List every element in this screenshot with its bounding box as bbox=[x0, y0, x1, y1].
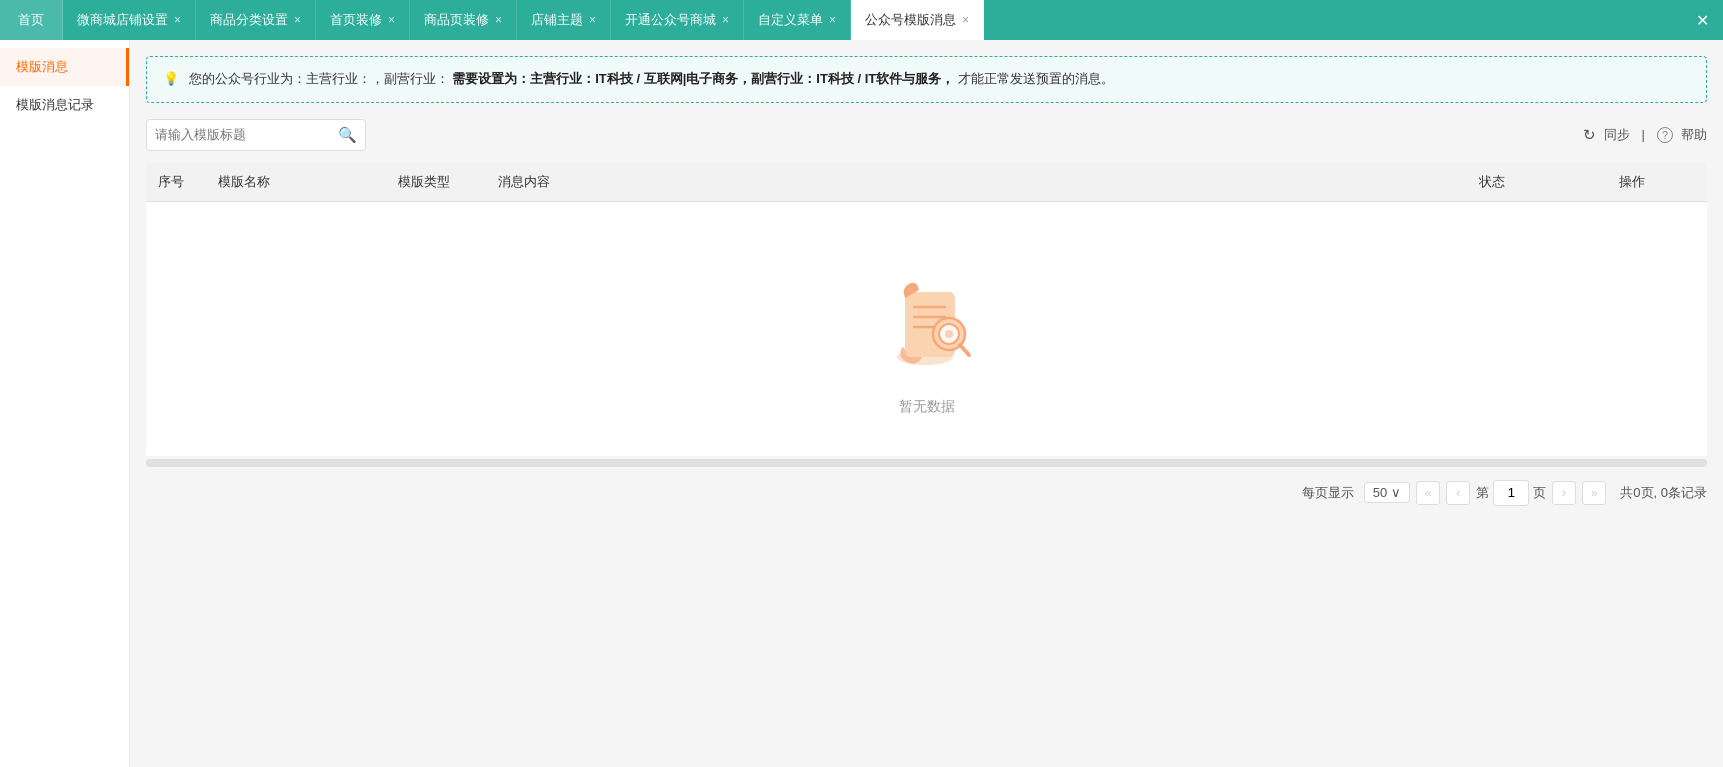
nav-tab-2-label: 商品分类设置 bbox=[210, 11, 288, 29]
nav-tab-1-close[interactable]: × bbox=[174, 14, 181, 26]
empty-illustration bbox=[867, 262, 987, 382]
main-layout: 模版消息 模版消息记录 💡 您的公众号行业为：主营行业：，副营行业： 需要设置为… bbox=[0, 40, 1723, 767]
notice-bulb-icon: 💡 bbox=[163, 71, 179, 86]
sync-button[interactable]: 同步 bbox=[1604, 126, 1630, 144]
nav-tab-6[interactable]: 开通公众号商城 × bbox=[611, 0, 744, 40]
nav-tab-5-label: 店铺主题 bbox=[531, 11, 583, 29]
col-header-action: 操作 bbox=[1607, 163, 1707, 202]
nav-tab-7[interactable]: 自定义菜单 × bbox=[744, 0, 851, 40]
nav-tab-3-close[interactable]: × bbox=[388, 14, 395, 26]
total-info: 共0页, 0条记录 bbox=[1620, 484, 1707, 502]
nav-tab-2-close[interactable]: × bbox=[294, 14, 301, 26]
toolbar-right: ↻ 同步 | ? 帮助 bbox=[1583, 126, 1707, 144]
nav-tab-6-close[interactable]: × bbox=[722, 14, 729, 26]
sidebar-item-template-record-label: 模版消息记录 bbox=[16, 97, 94, 112]
page-size-chevron-icon: ∨ bbox=[1391, 485, 1401, 500]
top-nav: 首页 微商城店铺设置 × 商品分类设置 × 首页装修 × 商品页装修 × 店铺主… bbox=[0, 0, 1723, 40]
search-input-wrap[interactable]: 🔍 bbox=[146, 119, 366, 151]
nav-tab-3[interactable]: 首页装修 × bbox=[316, 0, 410, 40]
page-size-select[interactable]: 50 ∨ bbox=[1364, 482, 1410, 503]
nav-tab-2[interactable]: 商品分类设置 × bbox=[196, 0, 316, 40]
sidebar: 模版消息 模版消息记录 bbox=[0, 40, 130, 767]
data-table: 序号 模版名称 模版类型 消息内容 状态 操作 bbox=[146, 163, 1707, 456]
col-header-type: 模版类型 bbox=[386, 163, 486, 202]
close-all-icon: ✕ bbox=[1696, 11, 1709, 30]
content-area: 💡 您的公众号行业为：主营行业：，副营行业： 需要设置为：主营行业：IT科技 /… bbox=[130, 40, 1723, 767]
nav-tab-4-close[interactable]: × bbox=[495, 14, 502, 26]
page-suffix: 页 bbox=[1533, 484, 1546, 502]
nav-tab-1-label: 微商城店铺设置 bbox=[77, 11, 168, 29]
first-page-button[interactable]: « bbox=[1416, 481, 1440, 505]
nav-tab-3-label: 首页装修 bbox=[330, 11, 382, 29]
empty-text: 暂无数据 bbox=[899, 398, 955, 416]
prev-page-icon: ‹ bbox=[1456, 486, 1460, 500]
notice-text-prefix: 您的公众号行业为：主营行业：，副营行业： bbox=[189, 71, 449, 86]
search-button[interactable]: 🔍 bbox=[338, 126, 357, 144]
page-size-value: 50 bbox=[1373, 485, 1387, 500]
horizontal-scrollbar[interactable] bbox=[146, 456, 1707, 470]
svg-line-7 bbox=[960, 345, 969, 355]
nav-tab-7-close[interactable]: × bbox=[829, 14, 836, 26]
search-bar: 🔍 ↻ 同步 | ? 帮助 bbox=[146, 119, 1707, 151]
next-page-button[interactable]: › bbox=[1552, 481, 1576, 505]
col-header-name: 模版名称 bbox=[206, 163, 386, 202]
svg-point-8 bbox=[945, 330, 953, 338]
nav-tab-7-label: 自定义菜单 bbox=[758, 11, 823, 29]
next-page-icon: › bbox=[1562, 486, 1566, 500]
last-page-button[interactable]: » bbox=[1582, 481, 1606, 505]
nav-tab-8-label: 公众号模版消息 bbox=[865, 11, 956, 29]
page-input-wrap: 第 页 bbox=[1476, 480, 1546, 506]
nav-tab-8-close[interactable]: × bbox=[962, 14, 969, 26]
notice-highlight: 需要设置为：主营行业：IT科技 / 互联网|电子商务，副营行业：IT科技 / I… bbox=[452, 71, 954, 86]
nav-tab-6-label: 开通公众号商城 bbox=[625, 11, 716, 29]
prev-page-button[interactable]: ‹ bbox=[1446, 481, 1470, 505]
help-button[interactable]: 帮助 bbox=[1681, 126, 1707, 144]
col-header-index: 序号 bbox=[146, 163, 206, 202]
page-number-input[interactable] bbox=[1493, 480, 1529, 506]
nav-tab-5-close[interactable]: × bbox=[589, 14, 596, 26]
sidebar-item-template-message[interactable]: 模版消息 bbox=[0, 48, 129, 86]
sidebar-item-template-message-label: 模版消息 bbox=[16, 59, 68, 74]
nav-tab-5[interactable]: 店铺主题 × bbox=[517, 0, 611, 40]
page-size-label: 每页显示 bbox=[1302, 484, 1354, 502]
nav-tab-1[interactable]: 微商城店铺设置 × bbox=[63, 0, 196, 40]
first-page-icon: « bbox=[1425, 486, 1432, 500]
sync-icon: ↻ bbox=[1583, 126, 1596, 144]
search-input[interactable] bbox=[155, 127, 334, 142]
col-header-status: 状态 bbox=[1467, 163, 1607, 202]
scrollbar-track bbox=[146, 459, 1707, 467]
notice-text-suffix: 才能正常发送预置的消息。 bbox=[958, 71, 1114, 86]
help-icon: ? bbox=[1657, 127, 1673, 143]
col-header-content: 消息内容 bbox=[486, 163, 1467, 202]
page-prefix: 第 bbox=[1476, 484, 1489, 502]
empty-state: 暂无数据 bbox=[146, 202, 1707, 456]
last-page-icon: » bbox=[1591, 486, 1598, 500]
close-all-button[interactable]: ✕ bbox=[1682, 0, 1723, 40]
notice-box: 💡 您的公众号行业为：主营行业：，副营行业： 需要设置为：主营行业：IT科技 /… bbox=[146, 56, 1707, 103]
table-wrap: 序号 模版名称 模版类型 消息内容 状态 操作 bbox=[146, 163, 1707, 456]
nav-tab-4[interactable]: 商品页装修 × bbox=[410, 0, 517, 40]
divider: | bbox=[1642, 127, 1645, 142]
nav-tab-home-label: 首页 bbox=[18, 11, 44, 29]
pagination: 每页显示 50 ∨ « ‹ 第 页 › » 共0页, 0条记录 bbox=[146, 470, 1707, 506]
sidebar-item-template-record[interactable]: 模版消息记录 bbox=[0, 86, 129, 124]
nav-tab-8[interactable]: 公众号模版消息 × bbox=[851, 0, 984, 40]
nav-tab-home[interactable]: 首页 bbox=[0, 0, 63, 40]
nav-tab-4-label: 商品页装修 bbox=[424, 11, 489, 29]
